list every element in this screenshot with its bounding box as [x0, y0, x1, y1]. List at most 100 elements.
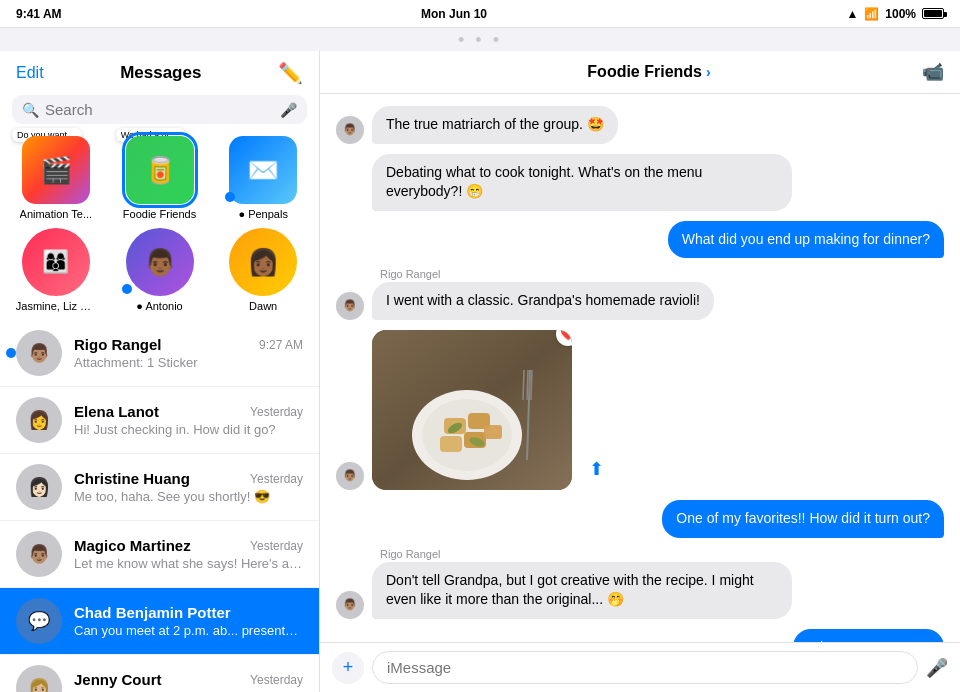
messages-area: 👨🏽 The true matriarch of the group. 🤩 De… — [320, 94, 960, 642]
msg-row-4: Rigo Rangel 👨🏽 I went with a classic. Gr… — [336, 268, 944, 320]
compose-button[interactable]: ✏️ — [278, 61, 303, 85]
pinned-avatar-animation: 🎬 — [22, 136, 90, 204]
conv-rigo-rangel[interactable]: 👨🏽 Rigo Rangel 9:27 AM Attachment: 1 Sti… — [0, 320, 319, 387]
mic-icon[interactable]: 🎤 — [280, 102, 297, 118]
conv-chad-benjamin[interactable]: 💬 Chad Benjamin Potter Can you meet at 2… — [0, 588, 319, 655]
svg-rect-6 — [440, 436, 462, 452]
pinned-label-penpals: ● Penpals — [238, 208, 287, 220]
pinned-avatar-dawn: 👩🏾 — [229, 228, 297, 296]
conv-content-rigo: Rigo Rangel 9:27 AM Attachment: 1 Sticke… — [74, 336, 303, 370]
msg-row-1: 👨🏽 The true matriarch of the group. 🤩 — [336, 106, 944, 144]
conv-avatar-magico: 👨🏽 — [16, 531, 62, 577]
conv-elena-lanot[interactable]: 👩 Elena Lanot Yesterday Hi! Just checkin… — [0, 387, 319, 454]
pinned-avatar-penpals: ✉️ — [229, 136, 297, 204]
pinned-item-penpals[interactable]: ✉️ ● Penpals — [215, 136, 311, 220]
msg-row-6: One of my favorites!! How did it turn ou… — [336, 500, 944, 538]
svg-rect-8 — [484, 425, 502, 439]
msg-with-avatar-1: 👨🏽 The true matriarch of the group. 🤩 — [336, 106, 618, 144]
pinned-item-animation[interactable]: Do you want to review all the rend... 🎬 … — [8, 136, 104, 220]
battery-icon — [922, 8, 944, 19]
pinned-unread-dot-antonio — [122, 284, 132, 294]
conv-christine-huang[interactable]: 👩🏻 Christine Huang Yesterday Me too, hah… — [0, 454, 319, 521]
bubble-4: I went with a classic. Grandpa's homemad… — [372, 282, 714, 320]
right-panel: Foodie Friends › 📹 👨🏽 The true matriarch… — [320, 51, 960, 692]
conv-time-jenny: Yesterday — [250, 673, 303, 687]
conv-content-chad: Chad Benjamin Potter Can you meet at 2 p… — [74, 604, 303, 638]
status-bar: 9:41 AM Mon Jun 10 ▲ 📶 100% — [0, 0, 960, 28]
status-time: 9:41 AM — [16, 7, 62, 21]
conv-name-jenny: Jenny Court — [74, 671, 162, 688]
msg-avatar-1: 👨🏽 — [336, 116, 364, 144]
msg-row-7: Rigo Rangel 👨🏽 Don't tell Grandpa, but I… — [336, 548, 944, 619]
wifi-icon: ▲ — [846, 7, 858, 21]
messages-header: Edit Messages ✏️ — [0, 51, 319, 91]
search-input[interactable] — [45, 101, 274, 118]
conv-avatar-icon-chad: 💬 — [28, 610, 50, 632]
msg-with-avatar-4: 👨🏽 I went with a classic. Grandpa's home… — [336, 282, 714, 320]
pinned-item-dawn[interactable]: 👩🏾 Dawn — [215, 228, 311, 312]
pinned-avatar-antonio: 👨🏾 — [126, 228, 194, 296]
image-placeholder: ❤️ — [372, 330, 572, 490]
chat-title-text: Foodie Friends — [587, 63, 702, 81]
pinned-label-foodie: Foodie Friends — [123, 208, 196, 220]
chevron-right-icon: › — [706, 64, 711, 80]
status-day: Mon Jun 10 — [421, 7, 487, 21]
svg-line-10 — [523, 370, 524, 400]
conv-content-christine: Christine Huang Yesterday Me too, haha. … — [74, 470, 303, 504]
msg-row-3: What did you end up making for dinner? — [336, 221, 944, 259]
pinned-avatar-foodie: 🥫 — [126, 136, 194, 204]
svg-line-12 — [531, 370, 532, 400]
bubble-2: Debating what to cook tonight. What's on… — [372, 154, 792, 211]
image-message: ❤️ ⬆ — [372, 330, 572, 490]
mic-input-button[interactable]: 🎤 — [926, 657, 948, 679]
conv-time-rigo: 9:27 AM — [259, 338, 303, 352]
conv-name-magico: Magico Martinez — [74, 537, 191, 554]
battery-label: 100% — [885, 7, 916, 21]
conv-jenny-court[interactable]: 👩🏼 Jenny Court Yesterday Can't wait to s… — [0, 655, 319, 692]
search-bar[interactable]: 🔍 🎤 — [12, 95, 307, 124]
conv-name-elena: Elena Lanot — [74, 403, 159, 420]
bubble-3: What did you end up making for dinner? — [668, 221, 944, 259]
conv-preview-magico: Let me know what she says! Here's anothe… — [74, 556, 303, 571]
svg-line-11 — [527, 370, 528, 400]
plus-button[interactable]: + — [332, 652, 364, 684]
pinned-row-2: 👩‍👩‍👦 Jasmine, Liz & Rigo 👨🏾 ● Antonio — [8, 228, 311, 312]
bubble-1: The true matriarch of the group. 🤩 — [372, 106, 618, 144]
chat-header: Foodie Friends › 📹 — [320, 51, 960, 94]
sender-name-rigo-2: Rigo Rangel — [380, 548, 441, 560]
bubble-6: One of my favorites!! How did it turn ou… — [662, 500, 944, 538]
conv-time-elena: Yesterday — [250, 405, 303, 419]
conv-preview-elena: Hi! Just checking in. How did it go? — [74, 422, 303, 437]
conv-avatar-chad: 💬 — [16, 598, 62, 644]
chat-title[interactable]: Foodie Friends › — [587, 63, 710, 81]
top-dots-indicator: • • • — [0, 28, 960, 51]
pasta-image-svg — [372, 330, 572, 490]
signal-icon: 📶 — [864, 7, 879, 21]
pinned-label-jasmine: Jasmine, Liz & Rigo — [16, 300, 96, 312]
msg-avatar-7: 👨🏽 — [336, 591, 364, 619]
msg-avatar-5: 👨🏽 — [336, 462, 364, 490]
edit-button[interactable]: Edit — [16, 64, 44, 82]
msg-row-5: 👨🏽 — [336, 330, 944, 490]
conv-avatar-jenny: 👩🏼 — [16, 665, 62, 692]
pinned-row-1: Do you want to review all the rend... 🎬 … — [8, 136, 311, 220]
messages-title: Messages — [120, 63, 201, 83]
message-input[interactable] — [372, 651, 918, 684]
conv-preview-rigo: Attachment: 1 Sticker — [74, 355, 303, 370]
pinned-item-foodie[interactable]: We had a great time. Home with... 🥫 Food… — [112, 136, 208, 220]
conv-magico-martinez[interactable]: 👨🏽 Magico Martinez Yesterday Let me know… — [0, 521, 319, 588]
conv-preview-chad: Can you meet at 2 p.m. ab... presentatio… — [74, 623, 303, 638]
pinned-avatar-jasmine: 👩‍👩‍👦 — [22, 228, 90, 296]
pinned-item-jasmine[interactable]: 👩‍👩‍👦 Jasmine, Liz & Rigo — [8, 228, 104, 312]
pinned-section: Do you want to review all the rend... 🎬 … — [0, 132, 319, 320]
conv-time-christine: Yesterday — [250, 472, 303, 486]
sender-name-rigo-1: Rigo Rangel — [380, 268, 441, 280]
conv-content-elena: Elena Lanot Yesterday Hi! Just checking … — [74, 403, 303, 437]
app-container: Edit Messages ✏️ 🔍 🎤 Do you want to revi… — [0, 51, 960, 692]
conv-avatar-rigo: 👨🏽 — [16, 330, 62, 376]
msg-with-avatar-2: Debating what to cook tonight. What's on… — [336, 154, 792, 211]
conv-name-chad: Chad Benjamin Potter — [74, 604, 231, 621]
pinned-item-antonio[interactable]: 👨🏾 ● Antonio — [112, 228, 208, 312]
share-button[interactable]: ⬆ — [589, 458, 604, 480]
facetime-button[interactable]: 📹 — [922, 61, 944, 83]
